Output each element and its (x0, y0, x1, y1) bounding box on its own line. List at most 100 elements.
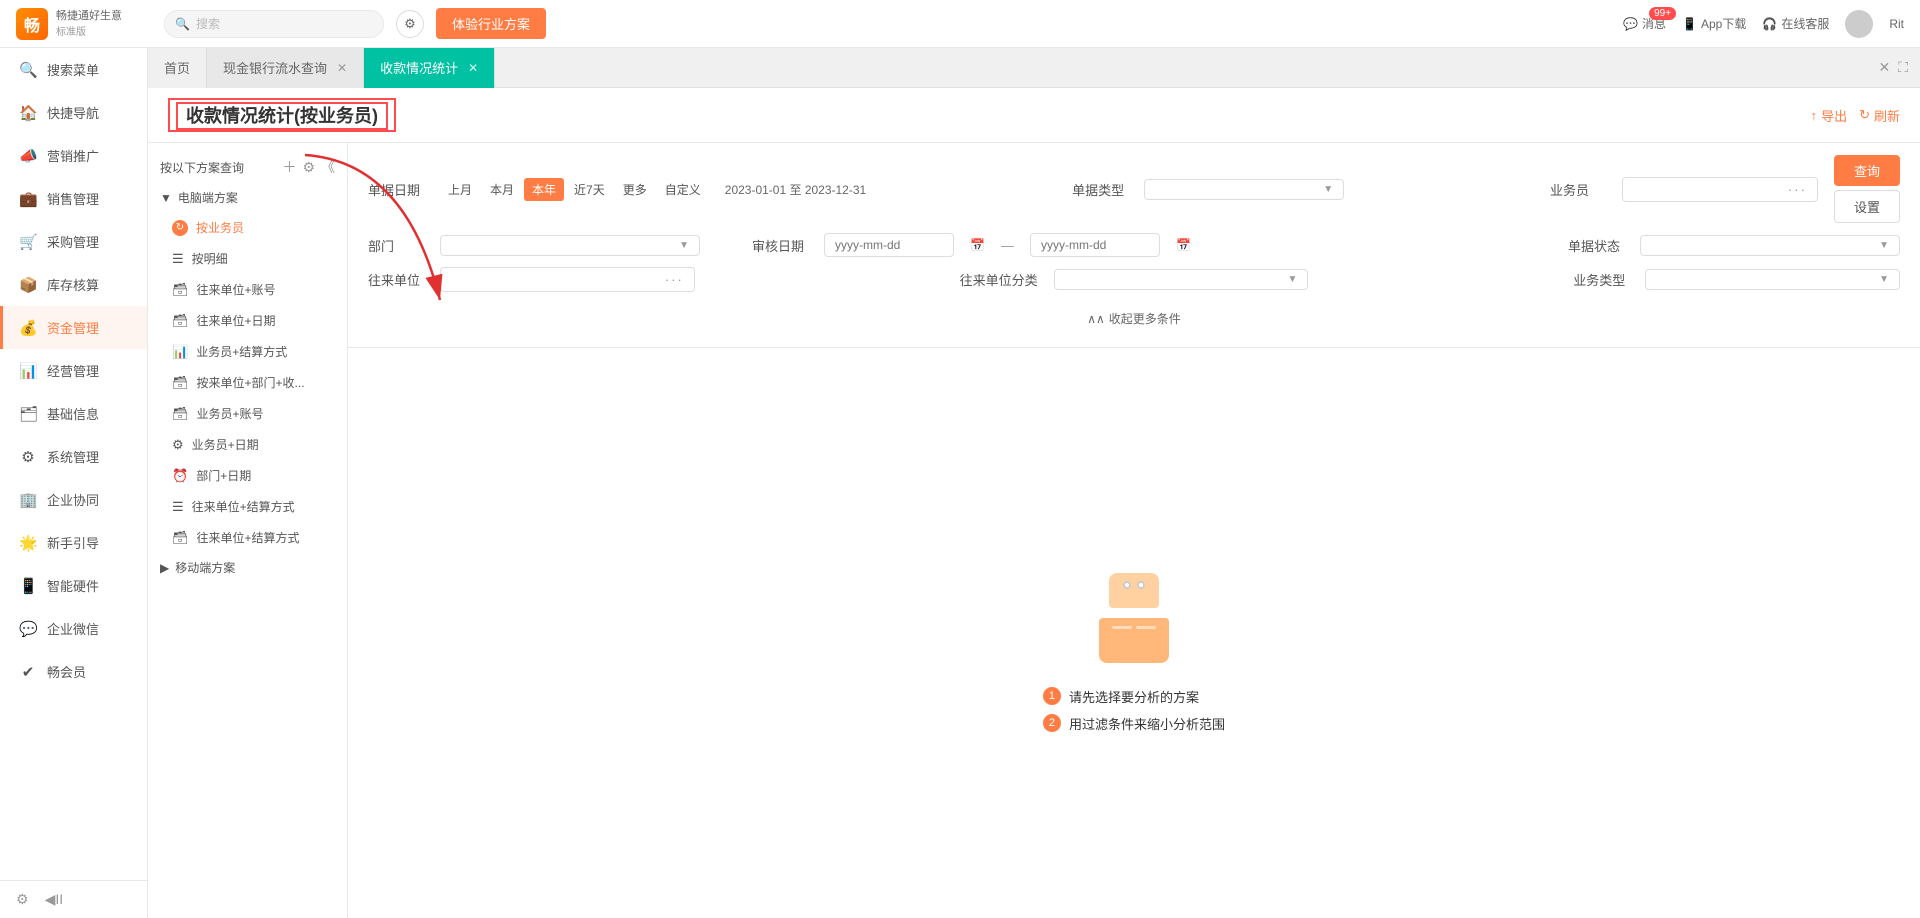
app-download-button[interactable]: 📱 App下载 (1682, 15, 1746, 32)
tab-home[interactable]: 首页 (148, 48, 207, 88)
sidebar-label-smart-hw: 智能硬件 (47, 576, 99, 595)
online-service-button[interactable]: 🎧 在线客服 (1762, 15, 1829, 32)
tab-collection-stats[interactable]: 收款情况统计 ✕ (364, 48, 495, 88)
panel-item-counterpart-date[interactable]: 🗃 往来单位+日期 (148, 305, 347, 336)
left-panel-header: 按以下方案查询 ＋ ⚙ 《 (148, 151, 347, 183)
sidebar-item-operations[interactable]: 📊 经营管理 (0, 349, 147, 392)
salesman-date-icon: ⚙ (172, 437, 184, 453)
sidebar-item-sales[interactable]: 💼 销售管理 (0, 177, 147, 220)
date-tab-this-year[interactable]: 本年 (524, 178, 564, 201)
sidebar-collapse-icon[interactable]: ◀II (45, 891, 64, 908)
left-panel-add-icon[interactable]: ＋ (282, 157, 296, 177)
main-empty-area: 1 请先选择要分析的方案 2 用过滤条件来缩小分析范围 (348, 348, 1920, 918)
counterpart-select[interactable]: ··· (440, 267, 695, 292)
sidebar-item-enterprise[interactable]: 🏢 企业协同 (0, 478, 147, 521)
panel-item-by-salesman[interactable]: ↻ 按业务员 (148, 212, 347, 243)
salesman-select[interactable]: ··· (1622, 177, 1818, 202)
panel-item-by-detail[interactable]: ☰ 按明细 (148, 243, 347, 274)
counterpart-account-icon: 🗃 (172, 282, 189, 298)
header-gear-button[interactable]: ⚙ (396, 10, 424, 38)
tab-maximize-icon[interactable]: ⛶ (1898, 59, 1908, 76)
panel-item-counterpart-settle1[interactable]: ☰ 往来单位+结算方式 (148, 491, 347, 522)
panel-item-counterpart-settle2[interactable]: 🗃 往来单位+结算方式 (148, 522, 347, 553)
smart-hw-icon: 📱 (19, 577, 37, 595)
panel-item-salesman-date[interactable]: ⚙ 业务员+日期 (148, 429, 347, 460)
bank-flow-tab-close-icon[interactable]: ✕ (337, 61, 347, 75)
user-avatar[interactable] (1845, 10, 1873, 38)
sidebar-item-base-info[interactable]: 🗂 基础信息 (0, 392, 147, 435)
sidebar-item-guide[interactable]: 🌟 新手引导 (0, 521, 147, 564)
step-2-text: 用过滤条件来缩小分析范围 (1069, 714, 1225, 733)
review-date-label: 审核日期 (752, 236, 808, 255)
tab-bank-flow[interactable]: 现金银行流水查询 ✕ (207, 48, 364, 88)
guide-icon: 🌟 (19, 534, 37, 552)
online-service-label: 在线客服 (1781, 15, 1829, 32)
counterpart-category-select[interactable]: ▼ (1054, 269, 1309, 290)
panel-item-salesman-settlement[interactable]: 📊 业务员+结算方式 (148, 336, 347, 367)
refresh-button[interactable]: ↻ 刷新 (1859, 106, 1900, 125)
sidebar-item-smart-hw[interactable]: 📱 智能硬件 (0, 564, 147, 607)
collapse-more-button[interactable]: ∧∧ 收起更多条件 (368, 302, 1900, 335)
robot-head (1109, 573, 1159, 608)
date-tab-this-month[interactable]: 本月 (482, 178, 522, 201)
date-range: 2023-01-01 至 2023-12-31 (725, 181, 866, 198)
left-panel-collapse-icon[interactable]: 《 (321, 157, 335, 177)
version-tag: 标准版 (56, 23, 122, 38)
desktop-group-title[interactable]: ▼ 电脑端方案 (148, 183, 347, 212)
sidebar-item-purchase[interactable]: 🛒 采购管理 (0, 220, 147, 263)
left-panel-settings-icon[interactable]: ⚙ (302, 159, 315, 176)
collection-stats-tab-label: 收款情况统计 (380, 58, 458, 77)
review-date-start-input[interactable] (824, 233, 954, 257)
empty-illustration (1084, 573, 1184, 663)
inventory-icon: 📦 (19, 276, 37, 294)
date-tab-more[interactable]: 更多 (615, 178, 655, 201)
settings-button[interactable]: 设置 (1834, 190, 1900, 223)
counterpart-date-icon: 🗃 (172, 313, 189, 329)
sidebar-item-finance[interactable]: 💰 资金管理 (0, 306, 147, 349)
step-1-text: 请先选择要分析的方案 (1069, 687, 1199, 706)
notification-button[interactable]: 💬 消息 99+ (1623, 15, 1666, 32)
robot-body (1099, 618, 1169, 663)
panel-item-salesman-account[interactable]: 🗃 业务员+账号 (148, 398, 347, 429)
panel-item-by-counterpart-dept[interactable]: 🗃 按来单位+部门+收... (148, 367, 347, 398)
export-icon: ↑ (1811, 108, 1818, 123)
logo-subtitle: 畅捷通好生意 (56, 9, 122, 23)
sidebar-item-marketing[interactable]: 📣 营销推广 (0, 134, 147, 177)
sidebar-label-operations: 经营管理 (47, 361, 99, 380)
quick-nav-icon: 🏠 (19, 104, 37, 122)
panel-item-salesman-date-label: 业务员+日期 (192, 436, 259, 453)
business-type-label: 业务类型 (1573, 270, 1629, 289)
date-tab-last-month[interactable]: 上月 (440, 178, 480, 201)
main-right-area: 单据日期 上月 本月 本年 近7天 更多 自定义 2023-01-01 至 20… (348, 143, 1920, 918)
panel-item-dept-date-label: 部门+日期 (196, 467, 251, 484)
business-type-select[interactable]: ▼ (1645, 269, 1900, 290)
voucher-status-label: 单据状态 (1568, 236, 1624, 255)
panel-item-counterpart-settle1-label: 往来单位+结算方式 (192, 498, 295, 515)
left-panel-actions: ＋ ⚙ 《 (282, 157, 335, 177)
panel-item-dept-date[interactable]: ⏰ 部门+日期 (148, 460, 347, 491)
sidebar-item-member[interactable]: ✔ 畅会员 (0, 650, 147, 693)
query-button[interactable]: 查询 (1834, 155, 1900, 186)
mobile-group-title[interactable]: ▶ 移动端方案 (148, 553, 347, 582)
sidebar-item-system[interactable]: ⚙ 系统管理 (0, 435, 147, 478)
sidebar-item-search-menu[interactable]: 🔍 搜索菜单 (0, 48, 147, 91)
salesman-more-dots: ··· (1788, 182, 1807, 197)
collection-stats-tab-close-icon[interactable]: ✕ (468, 61, 478, 75)
date-tab-custom[interactable]: 自定义 (657, 178, 709, 201)
search-bar[interactable]: 🔍 搜索 (164, 10, 384, 38)
desktop-group-chevron: ▼ (160, 191, 172, 205)
trial-button[interactable]: 体验行业方案 (436, 8, 546, 39)
calendar-icon-2: 📅 (1176, 238, 1191, 252)
sidebar-item-quick-nav[interactable]: 🏠 快捷导航 (0, 91, 147, 134)
panel-item-counterpart-account[interactable]: 🗃 往来单位+账号 (148, 274, 347, 305)
tab-close-window-icon[interactable]: ✕ (1878, 59, 1890, 76)
voucher-status-select[interactable]: ▼ (1640, 235, 1900, 256)
date-tab-7days[interactable]: 近7天 (566, 178, 613, 201)
sidebar-item-inventory[interactable]: 📦 库存核算 (0, 263, 147, 306)
review-date-end-input[interactable] (1030, 233, 1160, 257)
dept-select[interactable]: ▼ (440, 235, 700, 256)
sidebar-item-wechat[interactable]: 💬 企业微信 (0, 607, 147, 650)
export-button[interactable]: ↑ 导出 (1811, 106, 1848, 125)
sidebar-settings-icon[interactable]: ⚙ (16, 891, 29, 908)
voucher-type-select[interactable]: ▼ (1144, 179, 1344, 200)
